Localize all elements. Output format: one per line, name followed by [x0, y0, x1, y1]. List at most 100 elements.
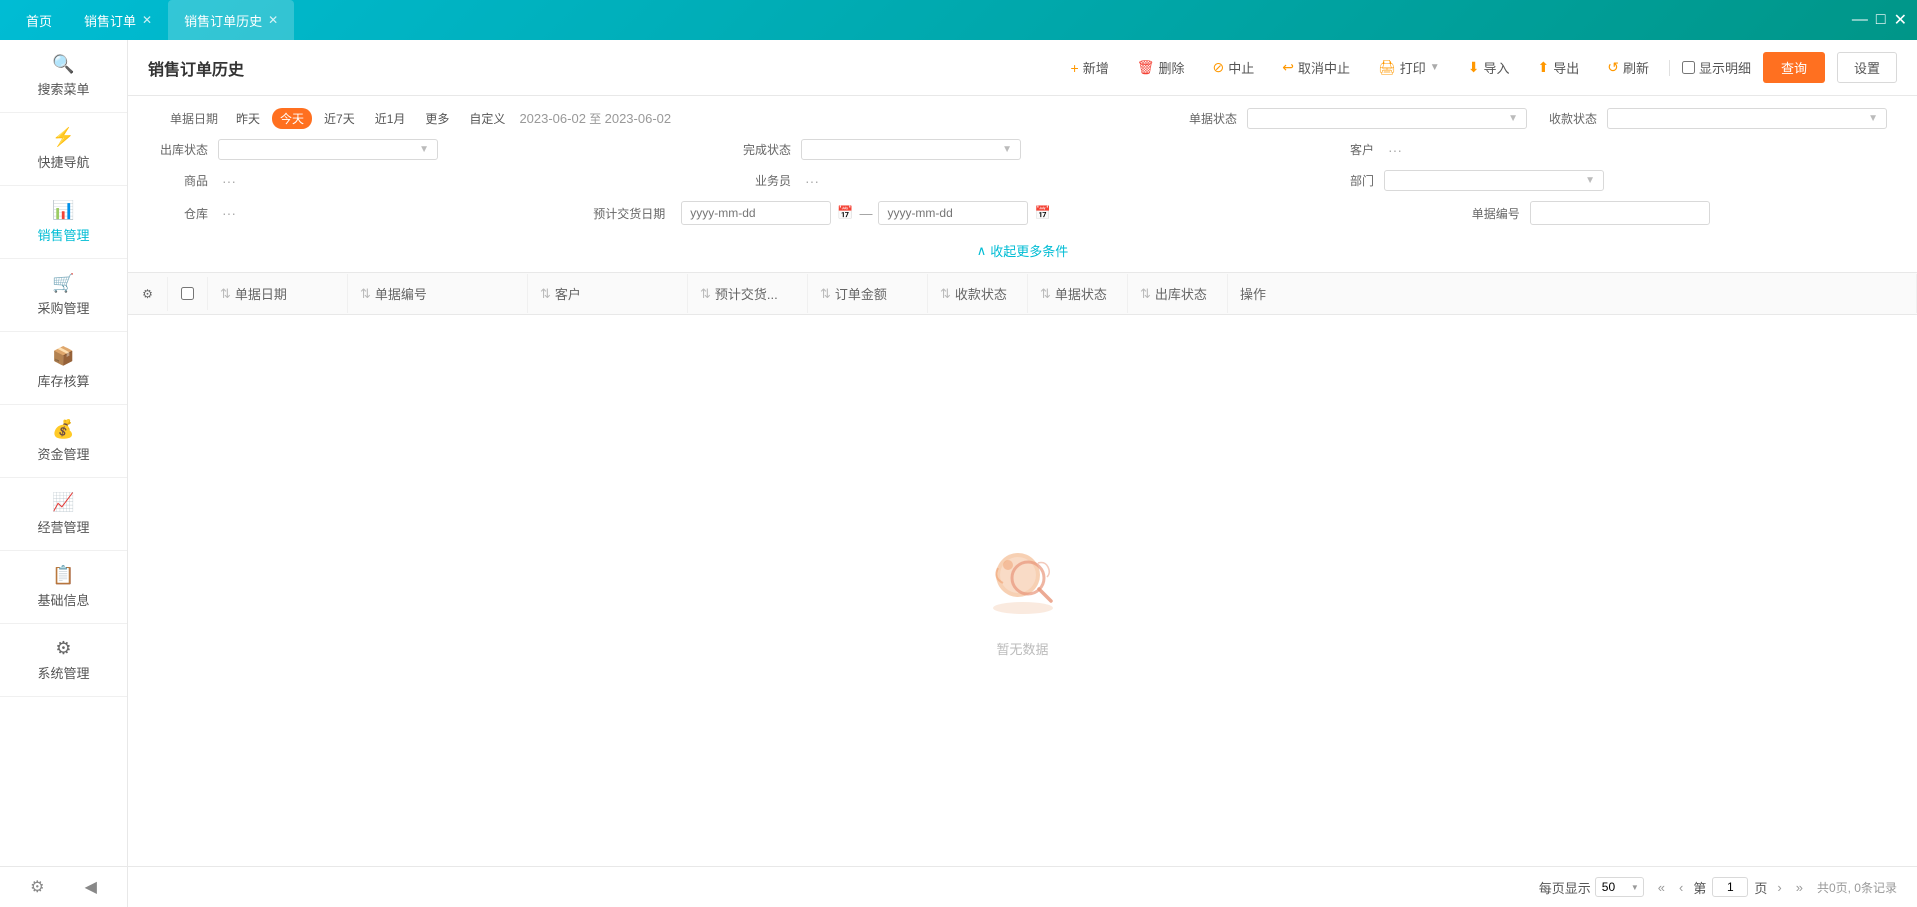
- filter-col-department: 部门 ▼: [1314, 170, 1897, 191]
- info-icon: 📋: [52, 565, 74, 586]
- tab-home-label: 首页: [26, 11, 52, 30]
- th-amount[interactable]: ⇅ 订单金额: [808, 274, 928, 313]
- sidebar-label-system: 系统管理: [37, 663, 89, 682]
- filter-row-1: 单据日期 昨天 今天 近7天 近1月 更多 自定义 2023-06-02 至: [148, 108, 1897, 129]
- page-suffix: 页: [1754, 878, 1767, 897]
- new-button[interactable]: + 新增: [1063, 54, 1117, 81]
- sidebar: 🔍 搜索菜单 ⚡ 快捷导航 📊 销售管理 🛒 采购管理 📦 库存核算 💰 资金管…: [0, 40, 128, 907]
- tab-sales-order[interactable]: 销售订单 ✕: [68, 0, 168, 40]
- th-out-status-sort-icon: ⇅: [1140, 286, 1151, 302]
- tabs-container: 首页 销售订单 ✕ 销售订单历史 ✕: [10, 0, 1852, 40]
- next-page-button[interactable]: ›: [1773, 878, 1785, 897]
- table-area: ⚙ ⇅ 单据日期 ⇅ 单据编号 ⇅ 客户 ⇅ 预计交货.: [128, 273, 1917, 866]
- th-customer[interactable]: ⇅ 客户: [528, 274, 688, 313]
- sidebar-item-inventory[interactable]: 📦 库存核算: [0, 332, 127, 405]
- search-icon: 🔍: [52, 54, 74, 75]
- date-btn-custom[interactable]: 自定义: [461, 108, 513, 129]
- delete-icon: 🗑: [1137, 59, 1155, 76]
- page-size-select[interactable]: 10 20 50 100: [1595, 877, 1644, 897]
- print-button[interactable]: 🖨 打印 ▼: [1370, 54, 1448, 81]
- th-receipt-label: 收款状态: [955, 284, 1007, 303]
- sidebar-item-operations[interactable]: 📈 经营管理: [0, 478, 127, 551]
- calendar-to-icon[interactable]: 📅: [1034, 205, 1050, 221]
- stop-button[interactable]: ⊘ 中止: [1205, 54, 1263, 81]
- customer-ellipsis[interactable]: ···: [1384, 140, 1406, 160]
- sidebar-item-search-menu[interactable]: 🔍 搜索菜单: [0, 40, 127, 113]
- receipt-status-select[interactable]: ▼: [1607, 108, 1887, 129]
- date-btn-today[interactable]: 今天: [272, 108, 312, 129]
- th-delivery-sort-icon: ⇅: [700, 286, 711, 302]
- sidebar-item-finance[interactable]: 💰 资金管理: [0, 405, 127, 478]
- sidebar-label-info: 基础信息: [37, 590, 89, 609]
- quick-nav-icon: ⚡: [52, 127, 74, 148]
- th-settings[interactable]: ⚙: [128, 277, 168, 311]
- tab-sales-history-close[interactable]: ✕: [268, 13, 278, 27]
- th-order-no[interactable]: ⇅ 单据编号: [348, 274, 528, 313]
- complete-status-select[interactable]: ▼: [801, 139, 1021, 160]
- export-icon: ⬆: [1537, 59, 1549, 76]
- calendar-from-icon[interactable]: 📅: [837, 205, 853, 221]
- sidebar-item-info[interactable]: 📋 基础信息: [0, 551, 127, 624]
- th-checkbox[interactable]: [168, 277, 208, 310]
- export-button[interactable]: ⬆ 导出: [1529, 54, 1587, 81]
- th-out-status[interactable]: ⇅ 出库状态: [1128, 274, 1228, 313]
- sidebar-item-quick-nav[interactable]: ⚡ 快捷导航: [0, 113, 127, 186]
- page-input[interactable]: [1712, 877, 1748, 897]
- order-no-input[interactable]: [1530, 201, 1710, 225]
- tab-home[interactable]: 首页: [10, 0, 68, 40]
- date-btn-yesterday[interactable]: 昨天: [228, 108, 268, 129]
- empty-illustration: [973, 523, 1073, 623]
- import-button[interactable]: ⬇ 导入: [1460, 54, 1518, 81]
- show-detail-checkbox[interactable]: 显示明细: [1682, 58, 1751, 77]
- sidebar-item-system[interactable]: ⚙ 系统管理: [0, 624, 127, 697]
- total-text: 共0页, 0条记录: [1817, 879, 1897, 896]
- th-date[interactable]: ⇅ 单据日期: [208, 274, 348, 313]
- filter-col-receipt-status: 收款状态 ▼: [1537, 108, 1897, 129]
- tab-sales-order-close[interactable]: ✕: [142, 13, 152, 27]
- date-btn-1month[interactable]: 近1月: [367, 108, 414, 129]
- select-all-checkbox[interactable]: [181, 287, 194, 300]
- minimize-button[interactable]: —: [1852, 11, 1868, 29]
- last-page-button[interactable]: »: [1792, 878, 1807, 897]
- date-filter-content: 昨天 今天 近7天 近1月 更多 自定义 2023-06-02 至 2023-0…: [228, 108, 1177, 129]
- order-status-select[interactable]: ▼: [1247, 108, 1527, 129]
- sidebar-item-purchase[interactable]: 🛒 采购管理: [0, 259, 127, 332]
- th-delivery[interactable]: ⇅ 预计交货...: [688, 274, 808, 313]
- th-order-status[interactable]: ⇅ 单据状态: [1028, 274, 1128, 313]
- collapse-button[interactable]: ∧ 收起更多条件: [148, 235, 1897, 260]
- top-bar: 首页 销售订单 ✕ 销售订单历史 ✕ — □ ✕: [0, 0, 1917, 40]
- maximize-button[interactable]: □: [1876, 11, 1886, 29]
- delivery-date-from[interactable]: [681, 201, 831, 225]
- tab-sales-history[interactable]: 销售订单历史 ✕: [168, 0, 294, 40]
- new-icon: +: [1071, 60, 1079, 76]
- product-ellipsis[interactable]: ···: [218, 171, 240, 191]
- close-window-button[interactable]: ✕: [1894, 10, 1907, 30]
- salesperson-ellipsis[interactable]: ···: [801, 171, 823, 191]
- delete-button[interactable]: 🗑 删除: [1129, 54, 1193, 81]
- prev-page-button[interactable]: ‹: [1675, 878, 1687, 897]
- warehouse-ellipsis[interactable]: ···: [218, 203, 240, 223]
- import-icon: ⬇: [1468, 59, 1480, 76]
- department-select[interactable]: ▼: [1384, 170, 1604, 191]
- show-detail-input[interactable]: [1682, 61, 1695, 74]
- delivery-date-to[interactable]: [878, 201, 1028, 225]
- filter-col-salesperson: 业务员 ···: [731, 171, 1314, 191]
- salesperson-label: 业务员: [731, 172, 801, 189]
- sidebar-collapse-icon[interactable]: ◀: [85, 877, 97, 897]
- outbound-status-select[interactable]: ▼: [218, 139, 438, 160]
- refresh-button[interactable]: ↺ 刷新: [1599, 54, 1657, 81]
- print-label: 打印: [1400, 58, 1426, 77]
- th-customer-sort-icon: ⇅: [540, 286, 551, 302]
- tab-sales-history-label: 销售订单历史: [184, 11, 262, 30]
- sidebar-bottom-settings-icon[interactable]: ⚙: [30, 877, 44, 897]
- query-button[interactable]: 查询: [1763, 52, 1825, 83]
- sidebar-label-search: 搜索菜单: [37, 79, 89, 98]
- date-btn-more[interactable]: 更多: [417, 108, 457, 129]
- cancel-stop-button[interactable]: ↩ 取消中止: [1274, 54, 1358, 81]
- first-page-button[interactable]: «: [1654, 878, 1669, 897]
- sidebar-item-sales[interactable]: 📊 销售管理: [0, 186, 127, 259]
- settings-button[interactable]: 设置: [1837, 52, 1897, 83]
- th-receipt-status[interactable]: ⇅ 收款状态: [928, 274, 1028, 313]
- page-size-wrapper: 10 20 50 100: [1595, 877, 1644, 897]
- date-btn-7days[interactable]: 近7天: [316, 108, 363, 129]
